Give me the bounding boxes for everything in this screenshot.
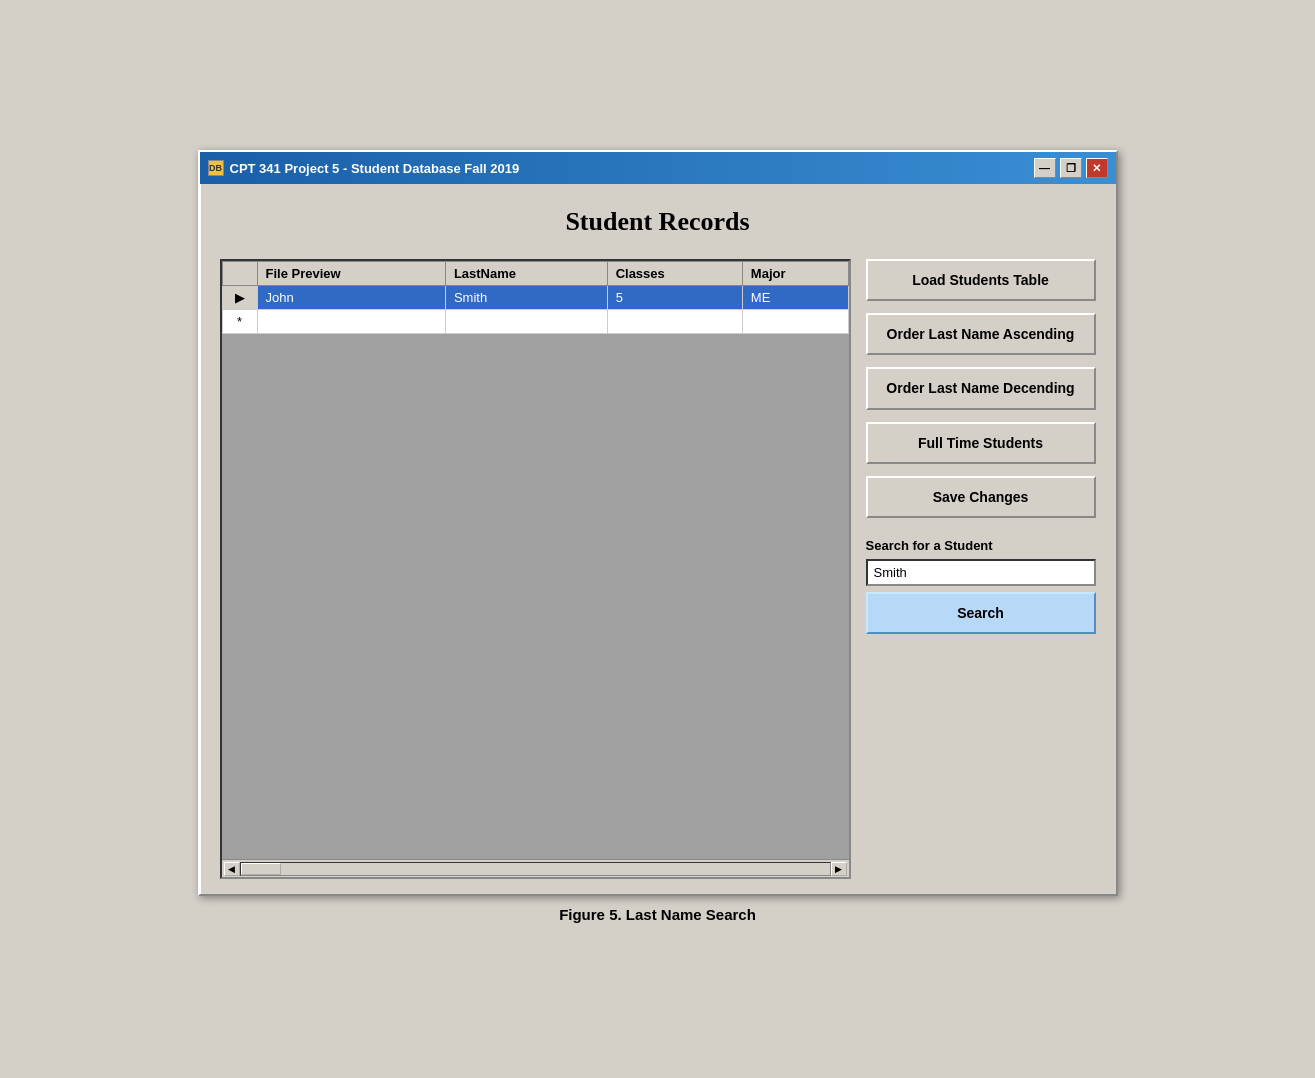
table-body: ▶ John Smith 5 ME * bbox=[222, 286, 848, 334]
horizontal-scrollbar[interactable]: ◀ ▶ bbox=[222, 859, 849, 877]
full-time-students-button[interactable]: Full Time Students bbox=[866, 422, 1096, 464]
close-button[interactable]: ✕ bbox=[1086, 158, 1108, 178]
table-row-new[interactable]: * bbox=[222, 310, 848, 334]
search-input[interactable] bbox=[866, 559, 1096, 586]
search-button[interactable]: Search bbox=[866, 592, 1096, 634]
figure-caption: Figure 5. Last Name Search bbox=[559, 896, 756, 928]
title-bar: DB CPT 341 Project 5 - Student Database … bbox=[200, 152, 1116, 184]
col-lastname: LastName bbox=[445, 262, 607, 286]
page-title: Student Records bbox=[220, 199, 1096, 249]
title-bar-left: DB CPT 341 Project 5 - Student Database … bbox=[208, 160, 520, 176]
table-row[interactable]: ▶ John Smith 5 ME bbox=[222, 286, 848, 310]
save-changes-button[interactable]: Save Changes bbox=[866, 476, 1096, 518]
window-content: Student Records File Preview LastName Cl… bbox=[200, 184, 1116, 894]
data-table: File Preview LastName Classes Major ▶ Jo… bbox=[222, 261, 849, 334]
col-classes: Classes bbox=[607, 262, 742, 286]
table-header: File Preview LastName Classes Major bbox=[222, 262, 848, 286]
cell-major-1[interactable]: ME bbox=[742, 286, 848, 310]
scrollbar-track[interactable] bbox=[240, 862, 831, 876]
col-major: Major bbox=[742, 262, 848, 286]
search-section: Search for a Student Search bbox=[866, 538, 1096, 634]
title-bar-controls: — ❐ ✕ bbox=[1034, 158, 1108, 178]
col-indicator bbox=[222, 262, 257, 286]
scrollbar-thumb[interactable] bbox=[241, 863, 281, 875]
app-icon: DB bbox=[208, 160, 224, 176]
cell-classes-2[interactable] bbox=[607, 310, 742, 334]
restore-button[interactable]: ❐ bbox=[1060, 158, 1082, 178]
search-label: Search for a Student bbox=[866, 538, 1096, 553]
cell-major-2[interactable] bbox=[742, 310, 848, 334]
order-ascending-button[interactable]: Order Last Name Ascending bbox=[866, 313, 1096, 355]
cell-classes-1[interactable]: 5 bbox=[607, 286, 742, 310]
col-file-preview: File Preview bbox=[257, 262, 445, 286]
main-area: File Preview LastName Classes Major ▶ Jo… bbox=[220, 259, 1096, 879]
scroll-left-button[interactable]: ◀ bbox=[224, 862, 240, 876]
minimize-button[interactable]: — bbox=[1034, 158, 1056, 178]
table-container: File Preview LastName Classes Major ▶ Jo… bbox=[220, 259, 851, 879]
cell-firstname-2[interactable] bbox=[257, 310, 445, 334]
cell-firstname-1[interactable]: John bbox=[257, 286, 445, 310]
load-students-button[interactable]: Load Students Table bbox=[866, 259, 1096, 301]
main-window: DB CPT 341 Project 5 - Student Database … bbox=[198, 150, 1118, 896]
table-empty-area bbox=[222, 334, 849, 859]
order-descending-button[interactable]: Order Last Name Decending bbox=[866, 367, 1096, 409]
cell-lastname-2[interactable] bbox=[445, 310, 607, 334]
cell-lastname-1[interactable]: Smith bbox=[445, 286, 607, 310]
buttons-panel: Load Students Table Order Last Name Asce… bbox=[866, 259, 1096, 634]
row-indicator-1: ▶ bbox=[222, 286, 257, 310]
scroll-right-button[interactable]: ▶ bbox=[831, 862, 847, 876]
window-title: CPT 341 Project 5 - Student Database Fal… bbox=[230, 161, 520, 176]
row-indicator-2: * bbox=[222, 310, 257, 334]
